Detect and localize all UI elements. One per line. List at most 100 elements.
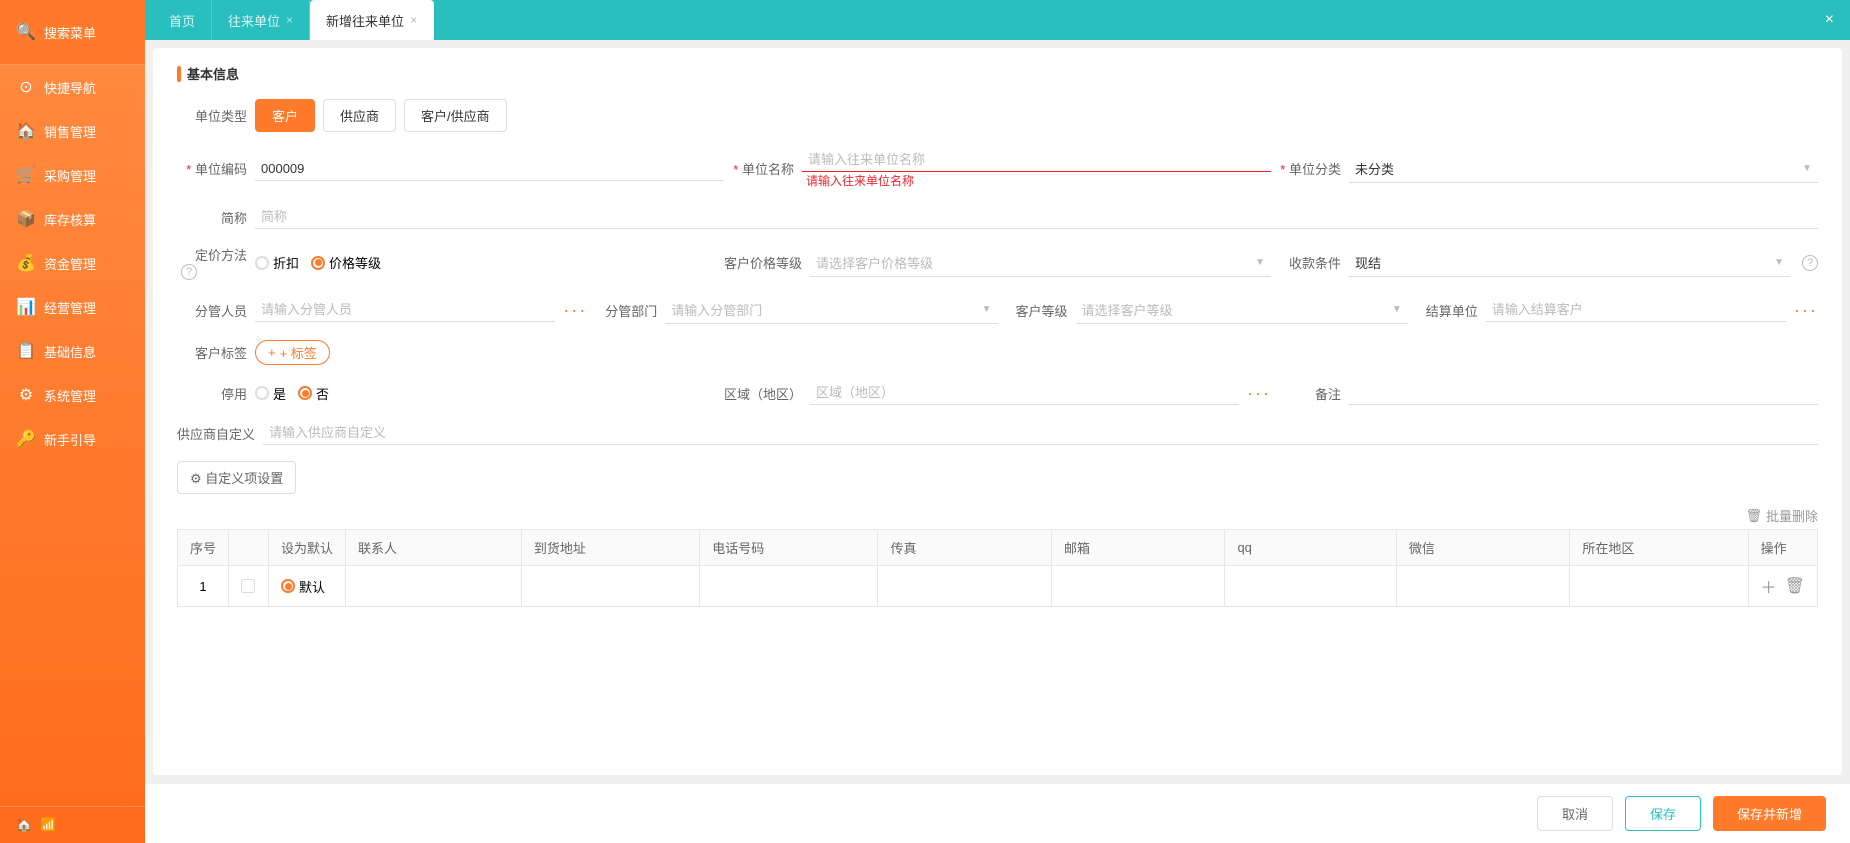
sidebar-item-guide[interactable]: 🔑 新手引导 — [0, 417, 145, 461]
purchase-icon: 🛒 — [16, 165, 36, 185]
cell-email[interactable] — [1051, 566, 1225, 607]
cell-qq[interactable] — [1225, 566, 1396, 607]
system-icon: ⚙ — [16, 385, 36, 405]
sidebar-item-label: 快捷导航 — [44, 78, 96, 97]
sidebar-item-system[interactable]: ⚙ 系统管理 — [0, 373, 145, 417]
col-contact: 联系人 — [346, 530, 522, 566]
radio-discount[interactable]: 折扣 — [255, 253, 299, 272]
unit-type-supplier-btn[interactable]: 供应商 — [323, 99, 396, 132]
col-wechat: 微信 — [1396, 530, 1570, 566]
manager-row: 分管人员 ··· 分管部门 请输入分管部门 ▼ 客户等级 请选择客户等级 ▼ 结… — [177, 296, 1818, 324]
sidebar-item-basic-info[interactable]: 📋 基础信息 — [0, 329, 145, 373]
col-default: 设为默认 — [269, 530, 346, 566]
address-input[interactable] — [534, 579, 687, 594]
department-field: 分管部门 请输入分管部门 ▼ — [587, 296, 997, 324]
remark-input[interactable] — [1349, 381, 1818, 405]
batch-delete-label[interactable]: 批量删除 — [1766, 506, 1818, 525]
disabled-label: 停用 — [177, 384, 247, 403]
table-row: 1 默认 — [178, 566, 1818, 607]
add-row-icon[interactable]: ＋ — [1761, 574, 1777, 598]
supplier-custom-input[interactable] — [263, 421, 1818, 445]
code-name-category-row: * 单位编码 * 单位名称 请输入往来单位名称 * 单位分类 未分类 — [177, 148, 1818, 189]
unit-name-error: 请输入往来单位名称 — [806, 172, 1271, 189]
unit-code-field: * 单位编码 — [177, 157, 724, 181]
sidebar-item-purchase[interactable]: 🛒 采购管理 — [0, 153, 145, 197]
payment-help-icon[interactable]: ? — [1802, 255, 1818, 271]
unit-type-buttons: 客户 供应商 客户/供应商 — [255, 99, 507, 132]
delete-row-icon[interactable]: 🗑 — [1785, 576, 1805, 596]
contact-input[interactable] — [358, 579, 509, 594]
cell-default: 默认 — [269, 566, 346, 607]
cell-phone[interactable] — [700, 566, 878, 607]
cell-seq: 1 — [178, 566, 229, 607]
settlement-unit-input[interactable] — [1486, 298, 1786, 322]
sidebar-item-finance[interactable]: 💰 资金管理 — [0, 241, 145, 285]
col-region: 所在地区 — [1570, 530, 1748, 566]
cell-contact[interactable] — [346, 566, 522, 607]
sidebar-item-inventory[interactable]: 📦 库存核算 — [0, 197, 145, 241]
radio-yes[interactable]: 是 — [255, 384, 286, 403]
region-label: 区域（地区） — [724, 384, 802, 403]
tab-home[interactable]: 首页 — [153, 0, 212, 40]
settlement-unit-label: 结算单位 — [1408, 301, 1478, 320]
unit-category-select[interactable]: 未分类 ▼ — [1349, 155, 1818, 183]
sidebar-item-sales[interactable]: 🏠 销售管理 — [0, 109, 145, 153]
manager-input[interactable] — [255, 298, 555, 322]
inventory-icon: 📦 — [16, 209, 36, 229]
save-and-new-button[interactable]: 保存并新增 — [1713, 796, 1826, 831]
tab-new-trading-unit[interactable]: 新增往来单位 × — [310, 0, 434, 40]
batch-delete-area: 🗑 批量删除 — [177, 506, 1818, 525]
customer-price-level-select[interactable]: 请选择客户价格等级 ▼ — [810, 249, 1271, 277]
table-region-input[interactable] — [1582, 579, 1735, 594]
sidebar: 🔍 搜索菜单 ⊙ 快捷导航 🏠 销售管理 🛒 采购管理 📦 库存核算 💰 资金管… — [0, 0, 145, 843]
col-action: 操作 — [1748, 530, 1817, 566]
cell-fax[interactable] — [878, 566, 1052, 607]
cell-region[interactable] — [1570, 566, 1748, 607]
section-title: 基本信息 — [187, 64, 239, 83]
unit-code-input[interactable] — [255, 157, 724, 181]
row-default-radio[interactable]: 默认 — [281, 577, 333, 596]
sidebar-item-label: 经营管理 — [44, 298, 96, 317]
customer-level-select[interactable]: 请选择客户等级 ▼ — [1076, 296, 1408, 324]
cell-check — [229, 566, 269, 607]
col-check — [229, 530, 269, 566]
radio-no[interactable]: 否 — [298, 384, 329, 403]
email-input[interactable] — [1064, 579, 1213, 594]
phone-input[interactable] — [712, 579, 865, 594]
unit-name-input[interactable] — [802, 148, 1271, 172]
radio-price-level[interactable]: 价格等级 — [311, 253, 381, 272]
qq-input[interactable] — [1237, 579, 1383, 594]
close-tab-new-trading-unit[interactable]: × — [410, 13, 417, 27]
short-name-input[interactable] — [255, 205, 1818, 229]
sidebar-item-operation[interactable]: 📊 经营管理 — [0, 285, 145, 329]
cell-address[interactable] — [521, 566, 699, 607]
disabled-radio-group: 是 否 — [255, 384, 329, 403]
row-default-circle — [281, 579, 295, 593]
unit-type-both-btn[interactable]: 客户/供应商 — [404, 99, 507, 132]
tab-trading-units[interactable]: 往来单位 × — [212, 0, 310, 40]
close-tab-trading-units[interactable]: × — [286, 13, 293, 27]
cancel-button[interactable]: 取消 — [1537, 796, 1613, 831]
pricing-row: 定价方法 ? 折扣 价格等级 客户价格等级 请选择客户价 — [177, 245, 1818, 280]
fax-input[interactable] — [890, 579, 1039, 594]
payment-terms-select[interactable]: 现结 ▼ — [1349, 249, 1790, 277]
sidebar-item-quick-nav[interactable]: ⊙ 快捷导航 — [0, 65, 145, 109]
custom-settings-btn[interactable]: ⚙ 自定义项设置 — [177, 461, 296, 494]
settlement-more-btn[interactable]: ··· — [1794, 301, 1818, 319]
unit-type-customer-btn[interactable]: 客户 — [255, 99, 315, 132]
sidebar-item-search[interactable]: 🔍 搜索菜单 — [0, 10, 145, 54]
main-area: 首页 往来单位 × 新增往来单位 × × 基本信息 单位类型 客户 供应商 客户… — [145, 0, 1850, 843]
row-checkbox[interactable] — [241, 579, 255, 593]
save-button[interactable]: 保存 — [1625, 796, 1701, 831]
manager-more-btn[interactable]: ··· — [563, 301, 587, 319]
search-icon: 🔍 — [16, 22, 36, 42]
unit-name-field: * 单位名称 请输入往来单位名称 — [724, 148, 1271, 189]
close-all-tabs[interactable]: × — [1817, 11, 1842, 29]
pricing-help-icon[interactable]: ? — [181, 264, 197, 280]
region-more-btn[interactable]: ··· — [1247, 384, 1271, 402]
cell-wechat[interactable] — [1396, 566, 1570, 607]
add-tag-btn[interactable]: + + 标签 — [255, 340, 330, 365]
wechat-input[interactable] — [1409, 579, 1558, 594]
region-input[interactable] — [810, 381, 1239, 405]
department-select[interactable]: 请输入分管部门 ▼ — [665, 296, 997, 324]
